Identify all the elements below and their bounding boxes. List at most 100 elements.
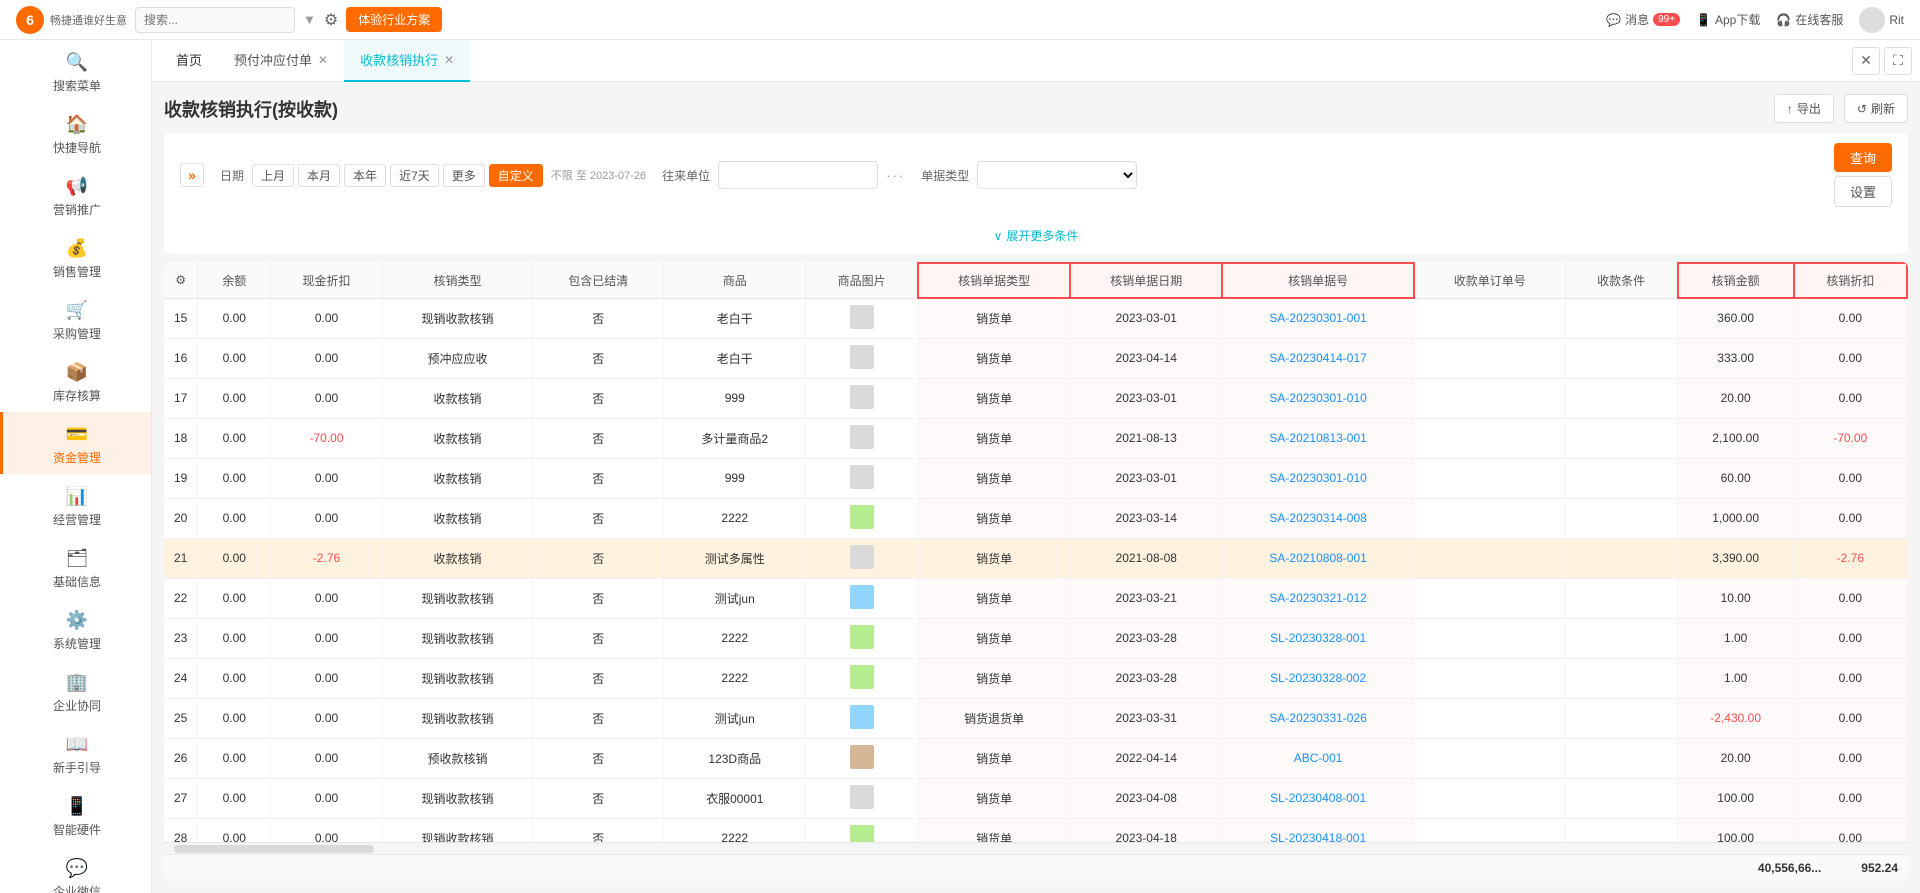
cell-product: 衣服00001 (664, 778, 806, 818)
page-container: 收款核销执行(按收款) ↑ 导出 ↺ 刷新 » (152, 82, 1920, 893)
cell-netting-discount: 0.00 (1794, 818, 1907, 842)
cell-netting-discount: 0.00 (1794, 458, 1907, 498)
date-this-month[interactable]: 本月 (298, 164, 340, 187)
cell-doc-no[interactable]: SA-20230301-010 (1222, 458, 1414, 498)
sidebar-item-guide[interactable]: 📖 新手引导 (0, 722, 151, 784)
table-footer: 40,556,66... 952.24 (164, 854, 1908, 881)
table-row: 25 0.00 0.00 现销收款核销 否 测试jun 销货退货单 2023-0… (164, 698, 1907, 738)
cell-doc-no[interactable]: SA-20230301-010 (1222, 378, 1414, 418)
counterpart-input[interactable] (718, 161, 878, 189)
sidebar-item-quicknav[interactable]: 🏠 快捷导航 (0, 102, 151, 164)
export-btn[interactable]: ↑ 导出 (1774, 94, 1834, 123)
doc-no-link[interactable]: SA-20230414-017 (1269, 351, 1366, 365)
date-this-year[interactable]: 本年 (344, 164, 386, 187)
cell-product: 999 (664, 378, 806, 418)
doc-no-link[interactable]: SA-20210808-001 (1269, 551, 1366, 565)
doc-no-link[interactable]: SA-20230321-012 (1269, 591, 1366, 605)
doc-no-link[interactable]: SL-20230408-001 (1270, 791, 1366, 805)
cell-doc-no[interactable]: ABC-001 (1222, 738, 1414, 778)
expand-conditions-btn[interactable]: ∨ 展开更多条件 (994, 227, 1079, 244)
system-icon: ⚙️ (66, 610, 88, 631)
tab-home[interactable]: 首页 (160, 40, 218, 82)
doc-no-link[interactable]: SA-20210813-001 (1269, 431, 1366, 445)
cell-doc-date: 2023-03-01 (1070, 458, 1222, 498)
tab-prepay[interactable]: 预付冲应付单 ✕ (218, 40, 344, 82)
cell-doc-no[interactable]: SL-20230328-001 (1222, 618, 1414, 658)
sidebar-item-operation[interactable]: 📊 经营管理 (0, 474, 151, 536)
online-service-btn[interactable]: 🎧 在线客服 (1776, 11, 1843, 28)
cell-receipt-condition (1565, 458, 1677, 498)
settings-icon[interactable]: ⚙ (324, 10, 338, 30)
date-7days[interactable]: 近7天 (390, 164, 439, 187)
date-custom[interactable]: 自定义 (489, 164, 543, 187)
cell-receipt-order-no (1414, 698, 1565, 738)
cell-include-settled: 否 (533, 378, 664, 418)
cell-doc-no[interactable]: SL-20230328-002 (1222, 658, 1414, 698)
sidebar-item-purchase[interactable]: 🛒 采购管理 (0, 288, 151, 350)
cell-doc-no[interactable]: SA-20210808-001 (1222, 538, 1414, 578)
expand-toggle-btn[interactable]: » (180, 163, 204, 187)
tab-bar: 首页 预付冲应付单 ✕ 收款核销执行 ✕ ✕ ⛶ (152, 40, 1920, 82)
cell-doc-date: 2022-04-14 (1070, 738, 1222, 778)
sidebar-label-sales: 销售管理 (53, 263, 101, 280)
sidebar-item-basic[interactable]: 🗂 基础信息 (0, 536, 151, 598)
sidebar-label-system: 系统管理 (53, 635, 101, 652)
query-btn[interactable]: 查询 (1834, 143, 1892, 172)
dropdown-arrow-icon[interactable]: ▼ (303, 12, 316, 27)
tab-prepay-close[interactable]: ✕ (318, 54, 328, 66)
table-scroll-bar[interactable] (164, 842, 1908, 854)
doc-no-link[interactable]: ABC-001 (1294, 751, 1343, 765)
cell-doc-no[interactable]: SA-20210813-001 (1222, 418, 1414, 458)
cell-doc-no[interactable]: SA-20230414-017 (1222, 338, 1414, 378)
doc-no-link[interactable]: SL-20230328-001 (1270, 631, 1366, 645)
industry-btn[interactable]: 体验行业方案 (346, 7, 442, 32)
cell-doc-type: 销货单 (918, 738, 1070, 778)
cell-doc-no[interactable]: SL-20230408-001 (1222, 778, 1414, 818)
cell-doc-no[interactable]: SL-20230418-001 (1222, 818, 1414, 842)
sidebar-item-marketing[interactable]: 📢 营销推广 (0, 164, 151, 226)
table-wrapper[interactable]: ⚙ 余额 现金折扣 核销类型 包含已结清 商品 商品图片 核销单据类型 核销单据… (164, 262, 1908, 842)
tab-close-btn[interactable]: ✕ (1852, 47, 1880, 75)
sidebar-item-wechat[interactable]: 💬 企业微信 (0, 846, 151, 893)
doc-no-link[interactable]: SL-20230328-002 (1270, 671, 1366, 685)
doc-no-link[interactable]: SA-20230314-008 (1269, 511, 1366, 525)
doc-no-link[interactable]: SA-20230301-001 (1269, 311, 1366, 325)
date-more[interactable]: 更多 (443, 164, 485, 187)
sidebar-item-system[interactable]: ⚙️ 系统管理 (0, 598, 151, 660)
user-info[interactable]: Rit (1859, 7, 1904, 33)
scroll-thumb[interactable] (174, 845, 374, 853)
cell-balance: 0.00 (198, 538, 271, 578)
cell-doc-no[interactable]: SA-20230301-001 (1222, 298, 1414, 338)
sidebar-item-corp[interactable]: 🏢 企业协同 (0, 660, 151, 722)
cell-cash-discount: 0.00 (271, 338, 383, 378)
sidebar-item-fund[interactable]: 💳 资金管理 (0, 412, 151, 474)
sidebar-item-hardware[interactable]: 📱 智能硬件 (0, 784, 151, 846)
date-last-month[interactable]: 上月 (252, 164, 294, 187)
th-settings[interactable]: ⚙ (164, 263, 198, 298)
cell-receipt-order-no (1414, 298, 1565, 338)
cell-doc-no[interactable]: SA-20230314-008 (1222, 498, 1414, 538)
service-icon: 🎧 (1776, 13, 1791, 27)
doc-no-link[interactable]: SL-20230418-001 (1270, 831, 1366, 842)
top-bar: 6 畅捷通谁好生意 ▼ ⚙ 体验行业方案 💬 消息 99+ 📱 App下载 🎧 … (0, 0, 1920, 40)
app-download-btn[interactable]: 📱 App下载 (1696, 11, 1760, 28)
filter-settings-btn[interactable]: 设置 (1834, 176, 1892, 207)
tab-receiptnetting[interactable]: 收款核销执行 ✕ (344, 40, 470, 82)
message-btn[interactable]: 💬 消息 99+ (1606, 11, 1680, 28)
sidebar-item-search[interactable]: 🔍 搜索菜单 (0, 40, 151, 102)
sidebar-item-inventory[interactable]: 📦 库存核算 (0, 350, 151, 412)
tab-receiptnetting-close[interactable]: ✕ (444, 54, 454, 66)
top-search-input[interactable] (135, 7, 295, 33)
doctype-select[interactable] (977, 161, 1137, 189)
doc-no-link[interactable]: SA-20230301-010 (1269, 391, 1366, 405)
cell-doc-no[interactable]: SA-20230321-012 (1222, 578, 1414, 618)
doc-no-link[interactable]: SA-20230301-010 (1269, 471, 1366, 485)
corp-icon: 🏢 (66, 672, 88, 693)
cell-doc-no[interactable]: SA-20230331-026 (1222, 698, 1414, 738)
sidebar-item-sales[interactable]: 💰 销售管理 (0, 226, 151, 288)
doc-no-link[interactable]: SA-20230331-026 (1269, 711, 1366, 725)
refresh-btn[interactable]: ↺ 刷新 (1844, 94, 1908, 123)
tab-maximize-btn[interactable]: ⛶ (1884, 47, 1912, 75)
purchase-icon: 🛒 (66, 300, 88, 321)
cell-product-img (806, 338, 918, 378)
